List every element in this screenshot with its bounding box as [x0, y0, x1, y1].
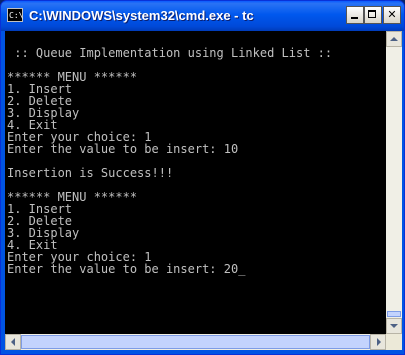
maximize-icon	[368, 10, 376, 18]
console-line: Enter the value to be insert: 10	[7, 142, 239, 156]
console-output[interactable]: :: Queue Implementation using Linked Lis…	[5, 31, 386, 334]
arrow-down-icon	[390, 324, 398, 328]
minimize-button[interactable]	[346, 6, 364, 24]
scroll-up-button[interactable]	[386, 31, 402, 47]
scroll-down-button[interactable]	[386, 318, 402, 334]
arrow-up-icon	[390, 37, 398, 41]
scroll-right-button[interactable]	[370, 334, 386, 350]
console-line: :: Queue Implementation using Linked Lis…	[7, 46, 333, 60]
scroll-left-button[interactable]	[5, 334, 21, 350]
arrow-left-icon	[11, 338, 15, 346]
arrow-right-icon	[377, 338, 381, 346]
close-button[interactable]: ✕	[383, 6, 401, 24]
console-text: :: Queue Implementation using Linked Lis…	[5, 31, 386, 275]
horizontal-scroll-thumb[interactable]	[21, 335, 370, 349]
maximize-button[interactable]	[364, 6, 382, 24]
close-icon: ✕	[387, 8, 397, 21]
title-bar[interactable]: C:\ C:\WINDOWS\system32\cmd.exe - tc ✕	[1, 1, 404, 31]
console-icon[interactable]: C:\	[7, 8, 23, 22]
minimize-icon	[351, 17, 358, 19]
horizontal-scrollbar[interactable]	[5, 334, 386, 350]
scrollbar-corner	[386, 334, 402, 350]
console-line: Insertion is Success!!!	[7, 166, 174, 180]
vertical-scroll-thumb[interactable]	[387, 311, 401, 317]
vertical-scrollbar[interactable]	[386, 31, 402, 334]
console-line: Enter the value to be insert: 20_	[7, 262, 246, 276]
console-window: C:\ C:\WINDOWS\system32\cmd.exe - tc ✕ :…	[0, 0, 405, 355]
window-title: C:\WINDOWS\system32\cmd.exe - tc	[29, 8, 254, 23]
